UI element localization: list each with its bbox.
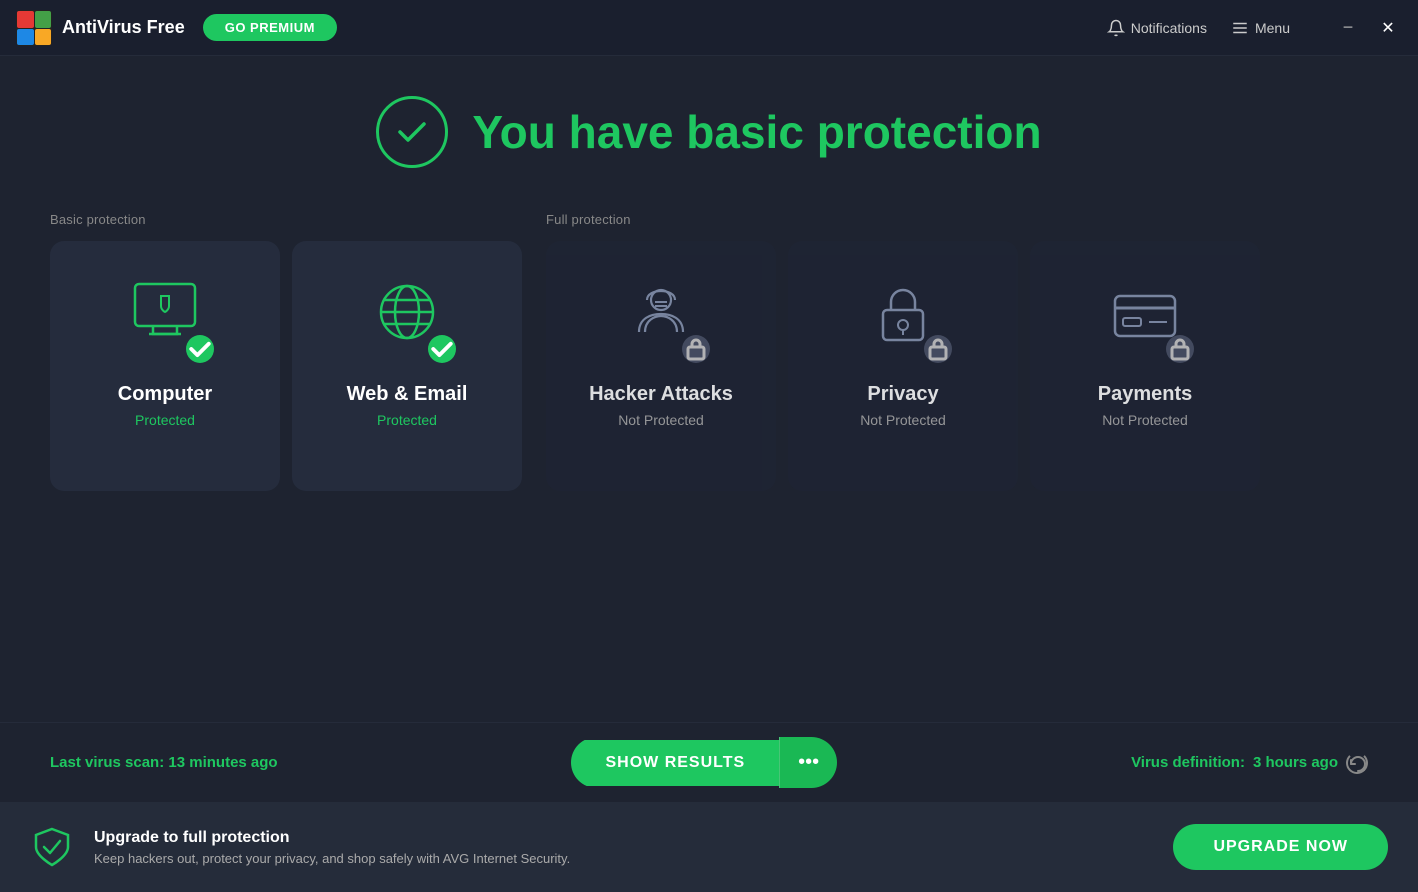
privacy-card-status: Not Protected: [860, 412, 946, 428]
titlebar-right: Notifications Menu − ✕: [1107, 14, 1402, 42]
web-email-icon-wrap: [362, 269, 452, 359]
last-scan-info: Last virus scan: 13 minutes ago: [50, 754, 278, 771]
check-badge-icon: [428, 309, 456, 389]
menu-icon: [1231, 19, 1249, 37]
upgrade-title: Upgrade to full protection: [94, 829, 1153, 847]
lock-badge-icon: [682, 309, 710, 389]
basic-section-label: Basic protection: [50, 212, 522, 227]
payments-card[interactable]: Payments Not Protected: [1030, 241, 1260, 491]
menu-button[interactable]: Menu: [1231, 19, 1290, 37]
virus-definition-info: Virus definition: 3 hours ago: [1131, 752, 1368, 774]
status-check-circle: [376, 96, 448, 168]
payments-card-status: Not Protected: [1102, 412, 1188, 428]
basic-cards-row: Computer Protected: [50, 241, 522, 491]
app-logo-group: AntiVirus Free: [16, 10, 185, 46]
payments-icon-wrap: [1100, 269, 1190, 359]
web-email-badge: [428, 335, 456, 363]
checkmark-icon: [394, 114, 430, 150]
privacy-card[interactable]: Privacy Not Protected: [788, 241, 1018, 491]
privacy-lock-badge: [924, 335, 952, 363]
hacker-attacks-card-status: Not Protected: [618, 412, 704, 428]
section-gap: [522, 212, 546, 491]
window-controls: − ✕: [1334, 14, 1402, 42]
app-title: AntiVirus Free: [62, 17, 185, 38]
upgrade-subtitle: Keep hackers out, protect your privacy, …: [94, 851, 1153, 866]
computer-card[interactable]: Computer Protected: [50, 241, 280, 491]
computer-badge: [186, 335, 214, 363]
scan-bar: Last virus scan: 13 minutes ago SHOW RES…: [0, 722, 1418, 802]
upgrade-shield-icon: [30, 825, 74, 869]
close-button[interactable]: ✕: [1374, 14, 1402, 42]
full-cards-row: Hacker Attacks Not Protected: [546, 241, 1368, 491]
lock-badge-icon3: [1166, 309, 1194, 389]
full-section-label: Full protection: [546, 212, 1368, 227]
basic-protection-section: Basic protection: [50, 212, 522, 491]
notifications-button[interactable]: Notifications: [1107, 19, 1207, 37]
payments-lock-badge: [1166, 335, 1194, 363]
main-content: You have basic protection Basic protecti…: [0, 56, 1418, 802]
show-results-group: SHOW RESULTS •••: [571, 737, 837, 788]
hero-title: You have basic protection: [472, 105, 1041, 159]
hero-section: You have basic protection: [50, 96, 1368, 168]
computer-card-status: Protected: [135, 412, 195, 428]
upgrade-now-button[interactable]: UPGRADE NOW: [1173, 824, 1388, 870]
computer-icon-wrap: [120, 269, 210, 359]
privacy-icon-wrap: [858, 269, 948, 359]
upgrade-text: Upgrade to full protection Keep hackers …: [94, 829, 1153, 866]
hacker-attacks-card[interactable]: Hacker Attacks Not Protected: [546, 241, 776, 491]
minimize-button[interactable]: −: [1334, 14, 1362, 42]
hacker-attacks-card-name: Hacker Attacks: [589, 383, 733, 406]
bell-icon: [1107, 19, 1125, 37]
web-email-card-status: Protected: [377, 412, 437, 428]
show-results-more-button[interactable]: •••: [779, 737, 837, 788]
lock-badge-icon2: [924, 309, 952, 389]
hacker-lock-badge: [682, 335, 710, 363]
refresh-icon[interactable]: [1346, 752, 1368, 774]
titlebar: AntiVirus Free GO PREMIUM Notifications …: [0, 0, 1418, 56]
go-premium-button[interactable]: GO PREMIUM: [203, 14, 337, 41]
check-badge-icon: [186, 309, 214, 389]
hacker-icon-wrap: [616, 269, 706, 359]
full-protection-section: Full protection: [546, 212, 1368, 491]
categories-wrapper: Basic protection: [50, 212, 1368, 491]
upgrade-footer: Upgrade to full protection Keep hackers …: [0, 802, 1418, 892]
avg-logo-icon: [16, 10, 52, 46]
show-results-button[interactable]: SHOW RESULTS: [571, 740, 779, 786]
web-email-card[interactable]: Web & Email Protected: [292, 241, 522, 491]
